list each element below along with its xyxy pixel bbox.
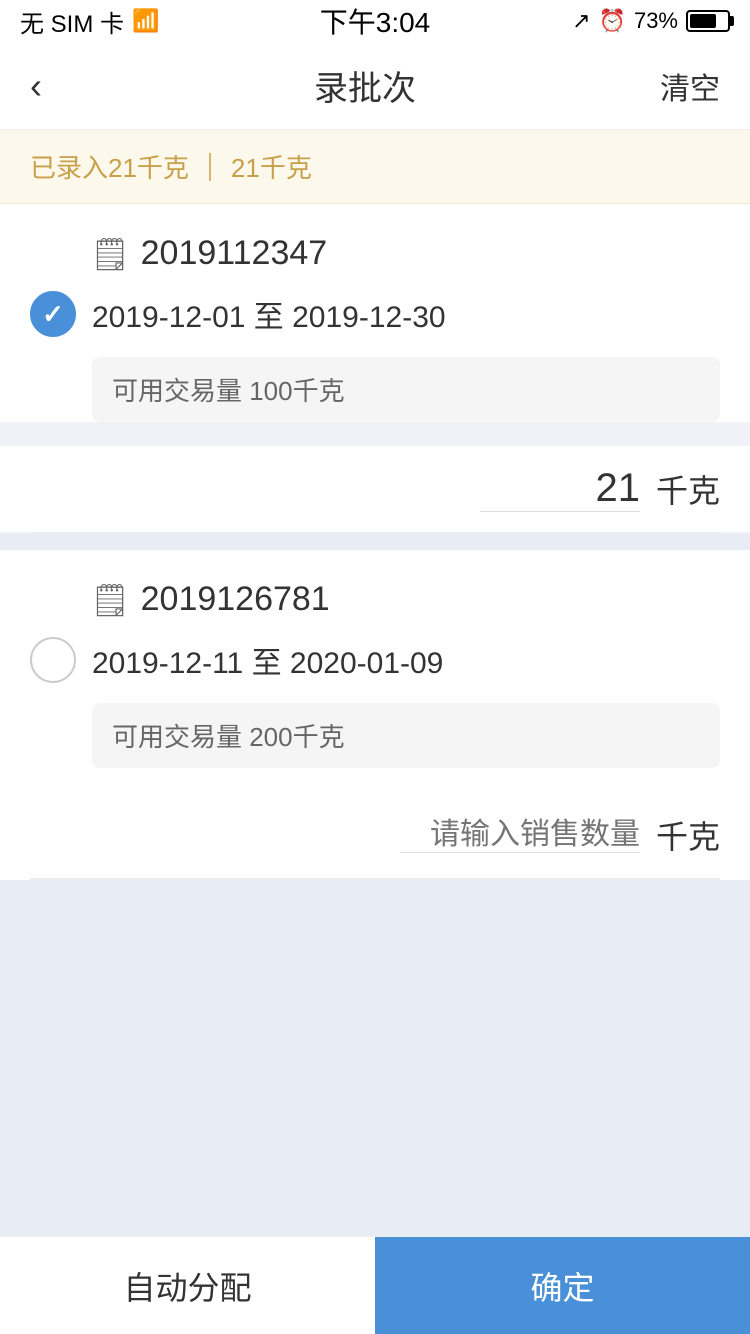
page-title: 录批次 [314, 61, 416, 110]
batch2-radio[interactable] [30, 637, 76, 683]
info-divider [209, 153, 211, 181]
batch1-unit: 千克 [656, 466, 720, 512]
alarm-icon: ⏰ [599, 8, 626, 34]
batch2-icon: 🗒 [90, 581, 131, 619]
batch1-date-range: 2019-12-01 至 2019-12-30 [92, 292, 446, 336]
status-left: 无 SIM 卡 📶 [20, 4, 159, 39]
batch2-available: 可用交易量 200千克 [92, 703, 720, 768]
total-text: 21千克 [231, 148, 312, 185]
wifi-icon: 📶 [132, 8, 159, 34]
status-time: 下午3:04 [320, 1, 431, 41]
batch2-id: 2019126781 [141, 580, 330, 619]
batch1-icon: 🗒 [90, 235, 131, 273]
batch1-header: 🗒 2019112347 [90, 234, 720, 273]
status-right: ↗ ⏰ 73% [572, 8, 730, 34]
bottom-bar: 自动分配 确定 [0, 1236, 750, 1334]
batch2-card: 🗒 2019126781 2019-12-11 至 2020-01-09 可用交… [0, 550, 750, 880]
batch1-card: 🗒 2019112347 2019-12-01 至 2019-12-30 可用交… [0, 204, 750, 422]
batch2-unit: 千克 [656, 812, 720, 858]
clear-button[interactable]: 清空 [640, 64, 720, 108]
status-bar: 无 SIM 卡 📶 下午3:04 ↗ ⏰ 73% [0, 0, 750, 42]
battery-bar [686, 10, 730, 32]
batch2-input-row: 千克 [0, 792, 750, 878]
sim-text: 无 SIM 卡 [20, 4, 124, 39]
batch1-available: 可用交易量 100千克 [92, 357, 720, 422]
back-button[interactable]: ‹ [30, 65, 90, 107]
batch1-id: 2019112347 [141, 234, 328, 273]
auto-distribute-button[interactable]: 自动分配 [0, 1237, 375, 1334]
info-banner: 已录入21千克 21千克 [0, 130, 750, 204]
location-icon: ↗ [572, 8, 590, 34]
batch1-amount-input[interactable] [480, 466, 640, 512]
confirm-button[interactable]: 确定 [375, 1237, 750, 1334]
batch2-section: 🗒 2019126781 2019-12-11 至 2020-01-09 可用交… [0, 550, 750, 768]
nav-bar: ‹ 录批次 清空 [0, 42, 750, 130]
batch1-radio[interactable] [30, 291, 76, 337]
batch1-amount-row: 千克 [0, 446, 750, 532]
already-entered-text: 已录入21千克 [30, 148, 189, 185]
battery-fill [690, 14, 716, 28]
batch1-row: 2019-12-01 至 2019-12-30 [30, 291, 720, 337]
batch2-qty-input[interactable] [400, 818, 640, 853]
battery-percent: 73% [634, 8, 678, 34]
batch2-date-range: 2019-12-11 至 2020-01-09 [92, 638, 443, 682]
batch2-row: 2019-12-11 至 2020-01-09 [30, 637, 720, 683]
batch2-header: 🗒 2019126781 [90, 580, 720, 619]
section-divider [0, 534, 750, 550]
